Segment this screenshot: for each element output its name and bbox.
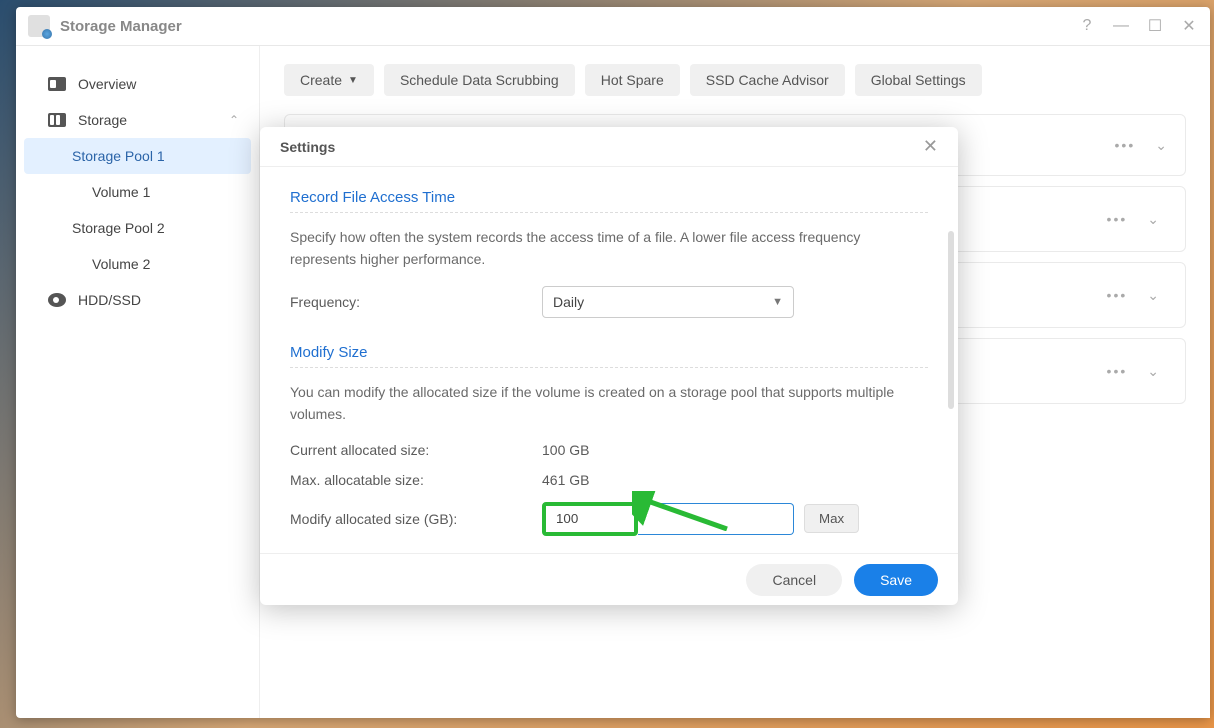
modal-header: Settings ✕	[260, 127, 958, 167]
create-label: Create	[300, 72, 342, 88]
sidebar-item-vol1[interactable]: Volume 1	[16, 174, 259, 210]
sidebar-item-hdd[interactable]: HDD/SSD	[16, 282, 259, 318]
global-button[interactable]: Global Settings	[855, 64, 982, 96]
window-controls: ? — ☐ ✕	[1078, 17, 1198, 35]
input-extension[interactable]	[638, 503, 794, 535]
frequency-label: Frequency:	[290, 294, 542, 310]
section-text: You can modify the allocated size if the…	[290, 382, 928, 425]
titlebar: Storage Manager ? — ☐ ✕	[16, 7, 1210, 46]
sidebar-item-label: Storage Pool 2	[72, 220, 165, 236]
storage-icon	[48, 113, 66, 127]
sidebar-item-pool2[interactable]: Storage Pool 2	[16, 210, 259, 246]
current-size-value: 100 GB	[542, 442, 589, 458]
cancel-button[interactable]: Cancel	[746, 564, 842, 596]
max-size-label: Max. allocatable size:	[290, 472, 542, 488]
more-icon[interactable]: •••	[1107, 211, 1128, 228]
save-button[interactable]: Save	[854, 564, 938, 596]
chevron-down-icon[interactable]: ⌄	[1147, 211, 1159, 228]
sidebar-item-label: HDD/SSD	[78, 292, 239, 308]
more-icon[interactable]: •••	[1107, 287, 1128, 304]
sidebar-item-vol2[interactable]: Volume 2	[16, 246, 259, 282]
spare-button[interactable]: Hot Spare	[585, 64, 680, 96]
caret-down-icon: ▼	[348, 75, 358, 86]
sidebar-item-label: Volume 1	[92, 184, 150, 200]
max-size-value: 461 GB	[542, 472, 589, 488]
chevron-down-icon[interactable]: ⌄	[1147, 287, 1159, 304]
max-button[interactable]: Max	[804, 504, 859, 533]
minimize-icon[interactable]: —	[1112, 17, 1130, 35]
chevron-down-icon[interactable]: ⌄	[1155, 137, 1167, 154]
settings-modal: Settings ✕ Record File Access Time Speci…	[260, 127, 958, 605]
more-icon[interactable]: •••	[1115, 137, 1136, 154]
modify-size-row: Modify allocated size (GB): Max	[290, 502, 928, 536]
ssd-button[interactable]: SSD Cache Advisor	[690, 64, 845, 96]
max-size-row: Max. allocatable size: 461 GB	[290, 472, 928, 488]
current-size-label: Current allocated size:	[290, 442, 542, 458]
overview-icon	[48, 77, 66, 91]
app-icon	[28, 15, 50, 37]
highlight-annotation	[542, 502, 638, 536]
sidebar-item-pool1[interactable]: Storage Pool 1	[24, 138, 251, 174]
help-icon[interactable]: ?	[1078, 17, 1096, 35]
current-size-row: Current allocated size: 100 GB	[290, 442, 928, 458]
section-title-access: Record File Access Time	[290, 189, 928, 213]
scrollbar[interactable]	[948, 231, 954, 409]
scrub-button[interactable]: Schedule Data Scrubbing	[384, 64, 575, 96]
toolbar: Create ▼ Schedule Data Scrubbing Hot Spar…	[284, 64, 1186, 96]
create-button[interactable]: Create ▼	[284, 64, 374, 96]
modal-title: Settings	[280, 139, 923, 155]
sidebar-item-label: Volume 2	[92, 256, 150, 272]
modify-size-label: Modify allocated size (GB):	[290, 511, 542, 527]
more-icon[interactable]: •••	[1107, 363, 1128, 380]
frequency-row: Frequency: Daily ▼	[290, 286, 928, 318]
frequency-value: Daily	[553, 294, 584, 310]
chevron-down-icon[interactable]: ⌄	[1147, 363, 1159, 380]
modify-size-input[interactable]	[546, 506, 634, 532]
sidebar-item-overview[interactable]: Overview	[16, 66, 259, 102]
modal-footer: Cancel Save	[260, 553, 958, 605]
sidebar: Overview Storage ⌃ Storage Pool 1 Volume…	[16, 46, 260, 718]
maximize-icon[interactable]: ☐	[1146, 17, 1164, 35]
frequency-select[interactable]: Daily ▼	[542, 286, 794, 318]
sidebar-item-label: Overview	[78, 76, 239, 92]
app-title: Storage Manager	[60, 18, 1078, 35]
sidebar-item-label: Storage	[78, 112, 217, 128]
close-icon[interactable]: ✕	[1180, 17, 1198, 35]
chevron-up-icon: ⌃	[229, 113, 239, 127]
hdd-icon	[48, 293, 66, 307]
sidebar-item-label: Storage Pool 1	[72, 148, 165, 164]
sidebar-item-storage[interactable]: Storage ⌃	[16, 102, 259, 138]
section-text: Specify how often the system records the…	[290, 227, 928, 270]
caret-down-icon: ▼	[772, 296, 783, 308]
modal-close-icon[interactable]: ✕	[923, 136, 938, 157]
modal-body: Record File Access Time Specify how ofte…	[260, 167, 958, 553]
section-title-size: Modify Size	[290, 344, 928, 368]
